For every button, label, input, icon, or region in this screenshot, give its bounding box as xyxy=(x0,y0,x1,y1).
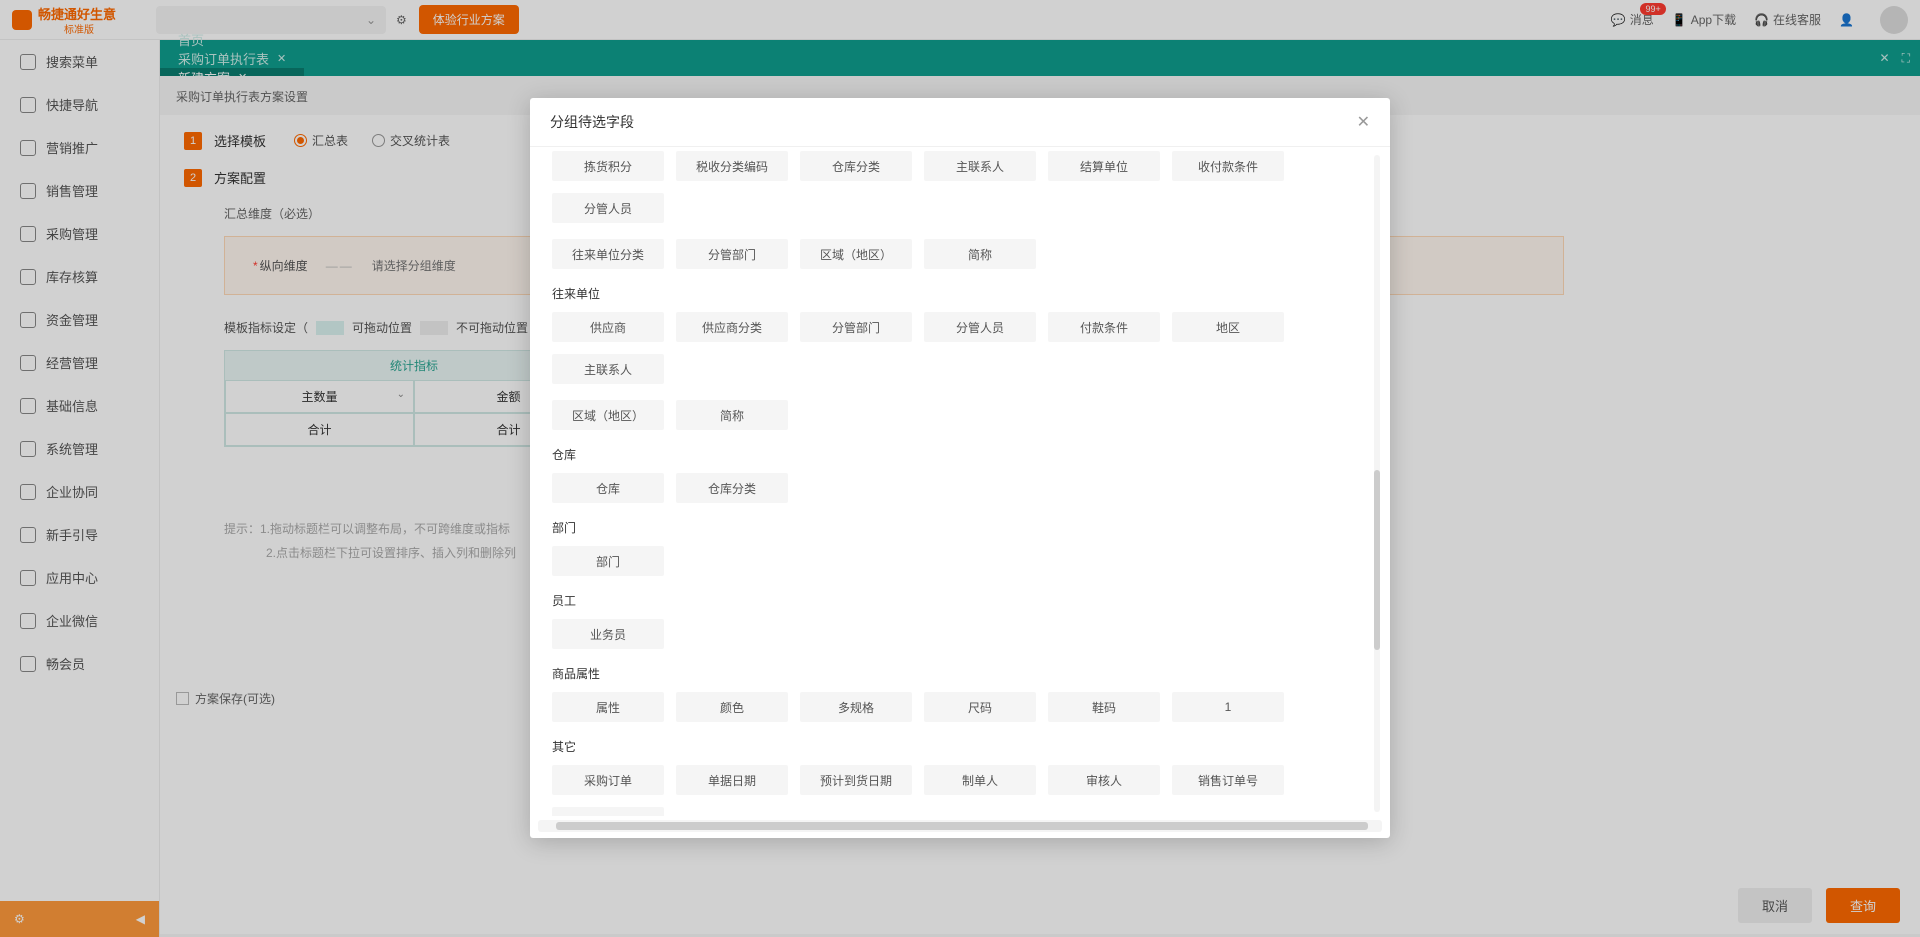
modal-title: 分组待选字段 xyxy=(550,112,634,132)
field-chip[interactable]: 单据日期 xyxy=(676,765,788,795)
field-chip[interactable]: 审核人 xyxy=(1048,765,1160,795)
field-chip[interactable]: 供应商分类 xyxy=(676,312,788,342)
field-chip[interactable]: 业务员 xyxy=(552,619,664,649)
modal-scroll-area[interactable]: 拣货积分税收分类编码仓库分类主联系人结算单位收付款条件分管人员往来单位分类分管部… xyxy=(552,151,1372,816)
field-chip[interactable]: 部门 xyxy=(552,546,664,576)
field-chip[interactable]: 属性 xyxy=(552,692,664,722)
field-chip[interactable]: 供应商 xyxy=(552,312,664,342)
field-chip[interactable]: 区域（地区） xyxy=(552,400,664,430)
field-chip[interactable]: 简称 xyxy=(924,239,1036,269)
vertical-scrollbar[interactable] xyxy=(1374,155,1380,812)
field-chip[interactable]: 区域（地区） xyxy=(800,239,912,269)
field-chip[interactable]: 分管人员 xyxy=(552,193,664,223)
field-chip[interactable]: 预计到货日期 xyxy=(800,765,912,795)
group-title: 往来单位 xyxy=(552,285,1362,302)
field-chip[interactable]: 主联系人 xyxy=(552,354,664,384)
field-chip[interactable]: 分管人员 xyxy=(924,312,1036,342)
field-chip[interactable]: 仓库分类 xyxy=(676,473,788,503)
field-chip[interactable]: 收付款条件 xyxy=(1172,151,1284,181)
group-title: 其它 xyxy=(552,738,1362,755)
field-chip[interactable]: 采购订单 xyxy=(552,765,664,795)
group-title: 商品属性 xyxy=(552,665,1362,682)
group-title: 员工 xyxy=(552,592,1362,609)
field-chip[interactable]: 仓库分类 xyxy=(800,151,912,181)
field-chip[interactable]: 税收分类编码 xyxy=(676,151,788,181)
field-chip[interactable]: 颜色 xyxy=(676,692,788,722)
field-chip[interactable]: 销售订单号 xyxy=(1172,765,1284,795)
field-chip[interactable]: 鞋码 xyxy=(1048,692,1160,722)
field-chip[interactable]: 地区 xyxy=(1172,312,1284,342)
group-title: 部门 xyxy=(552,519,1362,536)
field-chip[interactable]: 付款条件 xyxy=(1048,312,1160,342)
group-title: 仓库 xyxy=(552,446,1362,463)
field-chip[interactable]: 销售订单（明细） xyxy=(552,807,664,816)
field-chip[interactable]: 分管部门 xyxy=(676,239,788,269)
field-chip[interactable]: 往来单位分类 xyxy=(552,239,664,269)
field-chip[interactable]: 多规格 xyxy=(800,692,912,722)
field-chip[interactable]: 仓库 xyxy=(552,473,664,503)
field-chip[interactable]: 分管部门 xyxy=(800,312,912,342)
field-chip[interactable]: 拣货积分 xyxy=(552,151,664,181)
horizontal-scrollbar[interactable] xyxy=(538,820,1382,832)
close-icon[interactable]: ✕ xyxy=(1357,112,1370,132)
field-chip[interactable]: 简称 xyxy=(676,400,788,430)
field-chip[interactable]: 尺码 xyxy=(924,692,1036,722)
field-chip[interactable]: 主联系人 xyxy=(924,151,1036,181)
field-chip[interactable]: 制单人 xyxy=(924,765,1036,795)
group-fields-modal: 分组待选字段 ✕ 拣货积分税收分类编码仓库分类主联系人结算单位收付款条件分管人员… xyxy=(530,98,1390,838)
field-chip[interactable]: 结算单位 xyxy=(1048,151,1160,181)
field-chip[interactable]: 1 xyxy=(1172,692,1284,722)
